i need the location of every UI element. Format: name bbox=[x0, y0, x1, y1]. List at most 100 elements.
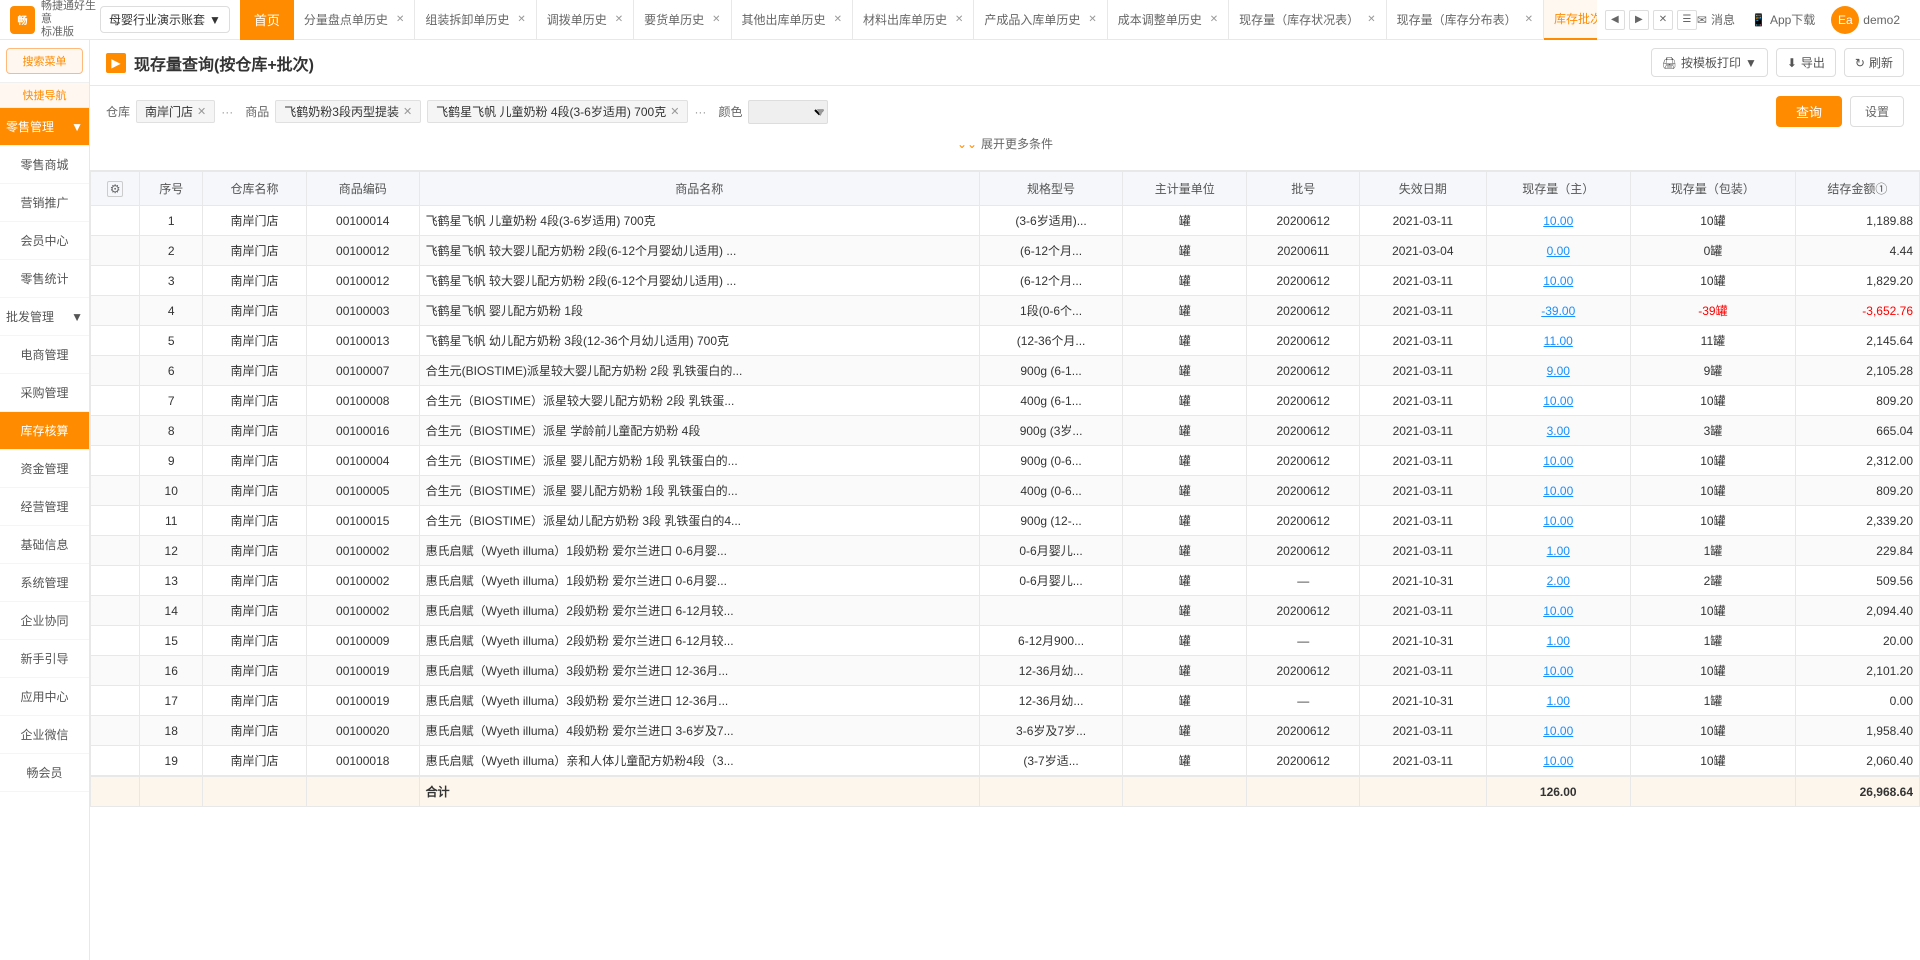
remove-warehouse-tag[interactable]: ✕ bbox=[197, 105, 206, 118]
close-icon[interactable]: ✕ bbox=[712, 14, 720, 25]
tab-nav-prev[interactable]: ◀ bbox=[1605, 10, 1625, 30]
tab-nav-next[interactable]: ▶ bbox=[1629, 10, 1649, 30]
tab-xianzaiA[interactable]: 现存量（库存状况表） ✕ bbox=[1229, 0, 1386, 40]
row-qty-main[interactable]: 10.00 bbox=[1486, 476, 1630, 506]
export-btn[interactable]: ⬇ 导出 bbox=[1776, 48, 1836, 77]
tab-nav-menu[interactable]: ☰ bbox=[1677, 10, 1697, 30]
search-button[interactable]: 查询 bbox=[1776, 96, 1842, 127]
table-row: 11 南岸门店 00100015 合生元（BIOSTIME）派星幼儿配方奶粉 3… bbox=[91, 506, 1920, 536]
column-settings-icon[interactable]: ⚙ bbox=[107, 181, 123, 197]
tab-yaohuo[interactable]: 要货单历史 ✕ bbox=[634, 0, 731, 40]
row-unit: 罐 bbox=[1123, 416, 1247, 446]
row-spec: (6-12个月... bbox=[979, 266, 1122, 296]
collapse-sidebar-btn[interactable]: ▶ bbox=[106, 53, 126, 73]
row-expire: 2021-03-11 bbox=[1360, 746, 1486, 777]
sidebar-item-wechat[interactable]: 企业微信 bbox=[0, 716, 89, 754]
row-spec: (3-7岁适... bbox=[979, 746, 1122, 777]
close-icon[interactable]: ✕ bbox=[1367, 14, 1375, 25]
tab-kucun[interactable]: 库存批次账 ✕ bbox=[1544, 0, 1597, 40]
row-qty-main[interactable]: 10.00 bbox=[1486, 596, 1630, 626]
close-icon[interactable]: ✕ bbox=[1088, 14, 1096, 25]
sidebar-item-purchase[interactable]: 采购管理 bbox=[0, 374, 89, 412]
tab-qita[interactable]: 其他出库单历史 ✕ bbox=[732, 0, 853, 40]
expand-filters-btn[interactable]: ⌄⌄ 展开更多条件 bbox=[949, 131, 1061, 156]
more-products-btn[interactable]: ··· bbox=[694, 105, 706, 119]
row-qty-main[interactable]: 10.00 bbox=[1486, 266, 1630, 296]
sidebar-item-ops[interactable]: 经营管理 bbox=[0, 488, 89, 526]
tab-diaobao[interactable]: 调拨单历史 ✕ bbox=[537, 0, 634, 40]
row-qty-main[interactable]: 0.00 bbox=[1486, 236, 1630, 266]
row-qty-main[interactable]: 11.00 bbox=[1486, 326, 1630, 356]
user-avatar[interactable]: Ea demo2 bbox=[1831, 6, 1900, 34]
remove-product-tag-1[interactable]: ✕ bbox=[670, 105, 679, 118]
workspace-selector[interactable]: 母婴行业演示账套 ▼ bbox=[100, 6, 230, 33]
footer-empty bbox=[203, 776, 307, 807]
sidebar-item-vip[interactable]: 畅会员 bbox=[0, 754, 89, 792]
sidebar-item-marketing[interactable]: 营销推广 bbox=[0, 184, 89, 222]
sidebar-item-member[interactable]: 会员中心 bbox=[0, 222, 89, 260]
row-qty-main[interactable]: 10.00 bbox=[1486, 386, 1630, 416]
app-download-btn[interactable]: 📱 App下载 bbox=[1751, 11, 1815, 28]
sidebar-item-basics[interactable]: 基础信息 bbox=[0, 526, 89, 564]
product-tag-0[interactable]: 飞鹤奶粉3段丙型提装 ✕ bbox=[275, 100, 421, 123]
refresh-btn[interactable]: ↻ 刷新 bbox=[1844, 48, 1904, 77]
close-icon[interactable]: ✕ bbox=[517, 14, 525, 25]
close-icon[interactable]: ✕ bbox=[615, 14, 623, 25]
remove-product-tag-0[interactable]: ✕ bbox=[403, 105, 412, 118]
warehouse-tag[interactable]: 南岸门店 ✕ bbox=[136, 100, 215, 123]
row-code: 00100003 bbox=[306, 296, 419, 326]
col-code: 商品编码 bbox=[306, 172, 419, 206]
message-btn[interactable]: ✉ 消息 bbox=[1697, 11, 1735, 28]
row-qty-main[interactable]: 9.00 bbox=[1486, 356, 1630, 386]
sidebar-item-wholesale[interactable]: 批发管理 ▼ bbox=[0, 298, 89, 336]
row-qty-main[interactable]: -39.00 bbox=[1486, 296, 1630, 326]
more-warehouses-btn[interactable]: ··· bbox=[221, 105, 233, 119]
row-checkbox-cell bbox=[91, 626, 140, 656]
sidebar-nav-label[interactable]: 快捷导航 bbox=[0, 83, 89, 108]
row-qty-main[interactable]: 10.00 bbox=[1486, 746, 1630, 777]
col-settings[interactable]: ⚙ bbox=[91, 172, 140, 206]
row-qty-pkg: 2罐 bbox=[1630, 566, 1795, 596]
sidebar-item-ecommerce[interactable]: 电商管理 bbox=[0, 336, 89, 374]
tab-chengben[interactable]: 成本调整单历史 ✕ bbox=[1108, 0, 1229, 40]
row-qty-main[interactable]: 10.00 bbox=[1486, 656, 1630, 686]
row-name: 合生元（BIOSTIME）派星 学龄前儿童配方奶粉 4段 bbox=[419, 416, 979, 446]
sidebar-item-appstore[interactable]: 应用中心 bbox=[0, 678, 89, 716]
sidebar-item-guide[interactable]: 新手引导 bbox=[0, 640, 89, 678]
sidebar-item-corp[interactable]: 企业协同 bbox=[0, 602, 89, 640]
tab-home[interactable]: 首页 bbox=[240, 0, 294, 40]
sidebar-item-retail-stats[interactable]: 零售统计 bbox=[0, 260, 89, 298]
tab-fenpan[interactable]: 分量盘点单历史 ✕ bbox=[294, 0, 415, 40]
tab-cailiao[interactable]: 材料出库单历史 ✕ bbox=[853, 0, 974, 40]
tab-zuchai[interactable]: 组装拆卸单历史 ✕ bbox=[415, 0, 536, 40]
sidebar-item-retail-mgmt[interactable]: 零售管理 ▼ bbox=[0, 108, 89, 146]
row-qty-main[interactable]: 10.00 bbox=[1486, 506, 1630, 536]
row-qty-main[interactable]: 10.00 bbox=[1486, 716, 1630, 746]
row-qty-pkg: 10罐 bbox=[1630, 596, 1795, 626]
sidebar-item-retail-shop[interactable]: 零售商城 bbox=[0, 146, 89, 184]
row-qty-main[interactable]: 1.00 bbox=[1486, 626, 1630, 656]
row-qty-main[interactable]: 3.00 bbox=[1486, 416, 1630, 446]
table-row: 3 南岸门店 00100012 飞鹤星飞帆 较大婴儿配方奶粉 2段(6-12个月… bbox=[91, 266, 1920, 296]
tab-nav-close[interactable]: ✕ bbox=[1653, 10, 1673, 30]
sidebar-item-inventory[interactable]: 库存核算 bbox=[0, 412, 89, 450]
row-qty-main[interactable]: 1.00 bbox=[1486, 686, 1630, 716]
row-balance: 809.20 bbox=[1795, 476, 1919, 506]
row-qty-main[interactable]: 10.00 bbox=[1486, 206, 1630, 236]
search-menu-btn[interactable]: 搜索菜单 bbox=[6, 48, 83, 74]
tab-xianzaiB[interactable]: 现存量（库存分布表） ✕ bbox=[1387, 0, 1544, 40]
tab-chanpin[interactable]: 产成品入库单历史 ✕ bbox=[974, 0, 1107, 40]
print-btn[interactable]: 🖨 按模板打印 ▼ bbox=[1651, 48, 1768, 77]
close-icon[interactable]: ✕ bbox=[1210, 14, 1218, 25]
row-qty-main[interactable]: 2.00 bbox=[1486, 566, 1630, 596]
product-tag-1[interactable]: 飞鹤星飞帆 儿童奶粉 4段(3-6岁适用) 700克 ✕ bbox=[427, 100, 688, 123]
row-qty-main[interactable]: 10.00 bbox=[1486, 446, 1630, 476]
close-icon[interactable]: ✕ bbox=[834, 14, 842, 25]
close-icon[interactable]: ✕ bbox=[396, 14, 404, 25]
row-qty-main[interactable]: 1.00 bbox=[1486, 536, 1630, 566]
settings-button[interactable]: 设置 bbox=[1850, 96, 1904, 127]
close-icon[interactable]: ✕ bbox=[1525, 14, 1533, 25]
sidebar-item-system[interactable]: 系统管理 bbox=[0, 564, 89, 602]
close-icon[interactable]: ✕ bbox=[955, 14, 963, 25]
sidebar-item-finance[interactable]: 资金管理 bbox=[0, 450, 89, 488]
